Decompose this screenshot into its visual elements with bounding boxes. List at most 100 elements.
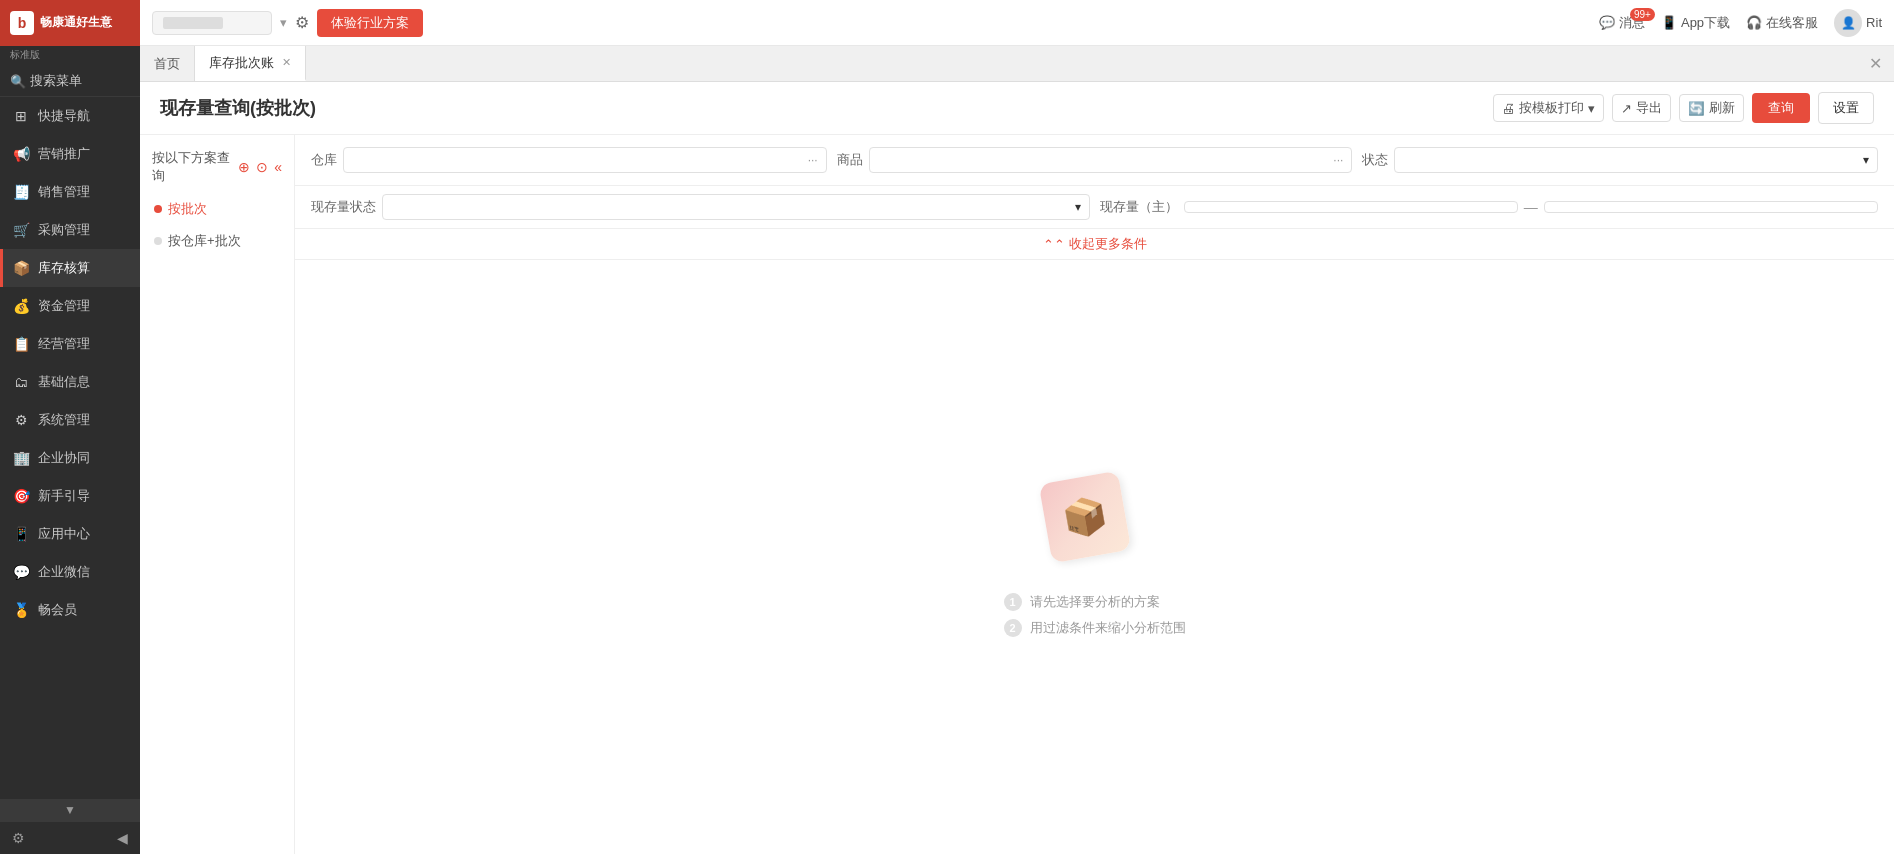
sidebar-item-quick-nav[interactable]: ⊞快捷导航 <box>0 97 140 135</box>
filter-item-batch-label: 按批次 <box>168 200 207 218</box>
nav-icon-quick-nav: ⊞ <box>12 108 30 124</box>
nav-icon-member: 🏅 <box>12 602 30 618</box>
refresh-btn[interactable]: 🔄 刷新 <box>1679 94 1744 122</box>
nav-label-finance: 资金管理 <box>38 297 90 315</box>
nav-icon-wechat: 💬 <box>12 564 30 580</box>
topbar-left: ▾ ⚙ 体验行业方案 <box>152 9 423 37</box>
print-template-btn[interactable]: 🖨 按模板打印 ▾ <box>1493 94 1604 122</box>
user-name-label: Rit <box>1866 15 1882 30</box>
query-btn[interactable]: 查询 <box>1752 93 1810 123</box>
tip-num: 1 <box>1004 593 1022 611</box>
filter-item-batch[interactable]: 按批次 <box>140 193 294 225</box>
sidebar-item-finance[interactable]: 💰资金管理 <box>0 287 140 325</box>
settings-icon[interactable]: ⚙ <box>12 830 25 846</box>
user-avatar: 👤 <box>1834 9 1862 37</box>
filter-inactive-dot <box>154 237 162 245</box>
topbar: ▾ ⚙ 体验行业方案 💬 消息 99+ 📱 App下载 🎧 在线客服 👤 Rit <box>140 0 1894 46</box>
inventory-qty-to-input[interactable] <box>1544 201 1878 213</box>
filter-group-inventory-qty: 现存量（主） — <box>1100 198 1879 216</box>
filter-settings-icon[interactable]: ⊙ <box>256 159 268 175</box>
query-area: 仓库 ··· 商品 ··· <box>295 135 1894 854</box>
goods-input[interactable]: ··· <box>869 147 1353 173</box>
sidebar-item-wechat[interactable]: 💬企业微信 <box>0 553 140 591</box>
warehouse-label: 仓库 <box>311 151 337 169</box>
sidebar-item-enterprise[interactable]: 🏢企业协同 <box>0 439 140 477</box>
status-select[interactable]: ▾ <box>1394 147 1878 173</box>
nav-icon-appcenter: 📱 <box>12 526 30 542</box>
topbar-dropdown-arrow[interactable]: ▾ <box>280 15 287 30</box>
settings-btn[interactable]: 设置 <box>1818 92 1874 124</box>
notification-item[interactable]: 💬 消息 99+ <box>1599 14 1645 32</box>
message-icon: 💬 <box>1599 15 1615 30</box>
filter-panel-header: 按以下方案查询 ⊕ ⊙ « <box>140 145 294 193</box>
headset-icon: 🎧 <box>1746 15 1762 30</box>
nav-label-newbie: 新手引导 <box>38 487 90 505</box>
app-logo: b <box>10 11 34 35</box>
inventory-status-label: 现存量状态 <box>311 198 376 216</box>
app-download-label: App下载 <box>1681 14 1730 32</box>
nav-label-marketing: 营销推广 <box>38 145 90 163</box>
sidebar-item-basic[interactable]: 🗂基础信息 <box>0 363 140 401</box>
sidebar-item-member[interactable]: 🏅 畅会员 <box>0 591 140 629</box>
page-content: 现存量查询(按批次) 🖨 按模板打印 ▾ ↗ 导出 🔄 刷新 查询 设置 <box>140 82 1894 854</box>
sidebar-item-appcenter[interactable]: 📱 应用中心 <box>0 515 140 553</box>
nav-label-appcenter: 应用中心 <box>38 525 90 543</box>
tab-home[interactable]: 首页 <box>140 46 195 81</box>
inventory-qty-from-input[interactable] <box>1184 201 1518 213</box>
empty-tip-item: 1请先选择要分析的方案 <box>1004 593 1186 611</box>
print-template-label: 按模板打印 <box>1519 99 1584 117</box>
filter-row-2: 现存量状态 ▾ 现存量（主） — <box>295 186 1894 229</box>
collapse-icon[interactable]: ◀ <box>117 830 128 846</box>
collapse-label: 收起更多条件 <box>1069 235 1147 253</box>
empty-tips: 1请先选择要分析的方案2用过滤条件来缩小分析范围 <box>1004 593 1186 637</box>
online-service-item[interactable]: 🎧 在线客服 <box>1746 14 1818 32</box>
tip-text: 用过滤条件来缩小分析范围 <box>1030 619 1186 637</box>
export-btn[interactable]: ↗ 导出 <box>1612 94 1671 122</box>
sidebar-item-newbie[interactable]: 🎯 新手引导 <box>0 477 140 515</box>
global-close-icon[interactable]: ✕ <box>1857 54 1894 73</box>
online-service-label: 在线客服 <box>1766 14 1818 32</box>
filter-add-icon[interactable]: ⊕ <box>238 159 250 175</box>
filter-item-warehouse-batch[interactable]: 按仓库+批次 <box>140 225 294 257</box>
sidebar-item-system[interactable]: ⚙系统管理 <box>0 401 140 439</box>
nav-icon-inventory: 📦 <box>12 260 30 276</box>
sidebar-item-purchase[interactable]: 🛒采购管理 <box>0 211 140 249</box>
nav-icon-newbie: 🎯 <box>12 488 30 504</box>
filter-collapse-icon[interactable]: « <box>274 159 282 175</box>
user-profile-item[interactable]: 👤 Rit <box>1834 9 1882 37</box>
sidebar-scroll-down[interactable]: ▼ <box>0 799 140 821</box>
experience-btn[interactable]: 体验行业方案 <box>317 9 423 37</box>
filter-panel-header-actions: ⊕ ⊙ « <box>238 159 282 175</box>
warehouse-input[interactable]: ··· <box>343 147 827 173</box>
tab-home-label: 首页 <box>154 55 180 73</box>
app-download-item[interactable]: 📱 App下载 <box>1661 14 1730 32</box>
filter-item-warehouse-batch-label: 按仓库+批次 <box>168 232 241 250</box>
search-menu-item[interactable]: 🔍 搜索菜单 <box>0 66 140 97</box>
app-name: 畅康通好生意 <box>40 15 112 31</box>
nav-label-member: 畅会员 <box>38 601 77 619</box>
tab-close-icon[interactable]: ✕ <box>282 56 291 69</box>
collapse-row[interactable]: ⌃⌃ 收起更多条件 <box>295 229 1894 259</box>
nav-label-operation: 经营管理 <box>38 335 90 353</box>
status-label: 状态 <box>1362 151 1388 169</box>
nav-icon-enterprise: 🏢 <box>12 450 30 466</box>
content-area: 按以下方案查询 ⊕ ⊙ « 按批次 按仓库+批次 <box>140 135 1894 854</box>
empty-state: 📦 1请先选择要分析的方案2用过滤条件来缩小分析范围 <box>295 260 1894 854</box>
inventory-status-arrow-icon: ▾ <box>1075 200 1081 214</box>
sidebar-item-marketing[interactable]: 📢营销推广 <box>0 135 140 173</box>
goods-dots-icon: ··· <box>1333 153 1343 167</box>
tab-inventory-batch[interactable]: 库存批次账 ✕ <box>195 46 306 81</box>
export-icon: ↗ <box>1621 101 1632 116</box>
filter-rows-container: 仓库 ··· 商品 ··· <box>295 135 1894 260</box>
sidebar-item-operation[interactable]: 📋经营管理 <box>0 325 140 363</box>
inventory-status-select[interactable]: ▾ <box>382 194 1090 220</box>
page-header: 现存量查询(按批次) 🖨 按模板打印 ▾ ↗ 导出 🔄 刷新 查询 设置 <box>140 82 1894 135</box>
search-icon: 🔍 <box>10 74 26 89</box>
nav-icon-purchase: 🛒 <box>12 222 30 238</box>
print-icon: 🖨 <box>1502 101 1515 116</box>
sidebar-item-inventory[interactable]: 📦库存核算 <box>0 249 140 287</box>
filter-group-inventory-status: 现存量状态 ▾ <box>311 194 1090 220</box>
sidebar-item-sales[interactable]: 🧾销售管理 <box>0 173 140 211</box>
filter-group-warehouse: 仓库 ··· <box>311 147 827 173</box>
topbar-gear-icon[interactable]: ⚙ <box>295 13 309 32</box>
